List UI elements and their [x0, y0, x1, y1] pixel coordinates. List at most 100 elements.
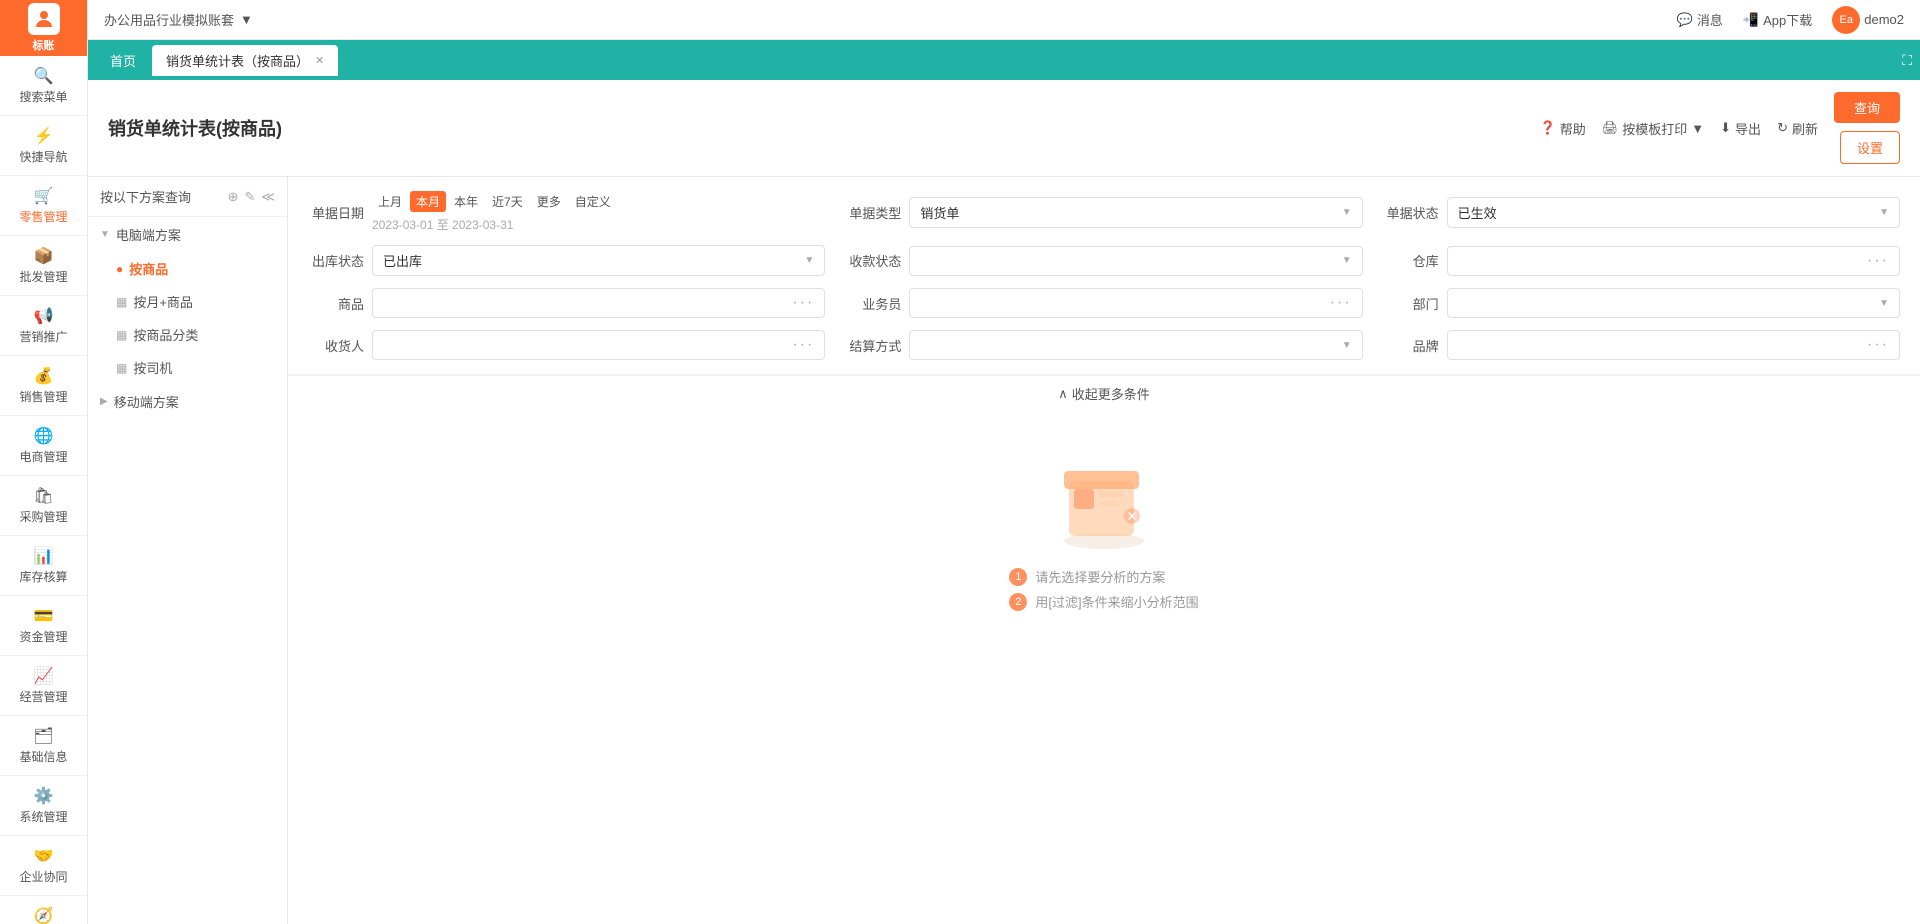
scheme-group-desktop-title[interactable]: ▼ 电脑端方案 [88, 217, 287, 252]
tab-expand-btn[interactable]: ⛶ [1902, 52, 1912, 69]
three-panel: 按以下方案查询 ⊕ ✎ ≪ ▼ 电脑端方案 ● 按商品 [88, 177, 1920, 924]
doctype-label: 单据类型 [845, 203, 901, 222]
logo[interactable]: 标账 [0, 0, 87, 56]
brand-input[interactable]: ··· [1447, 330, 1900, 360]
scheme-item-by-product[interactable]: ● 按商品 [88, 252, 287, 285]
scheme-item-by-month-product[interactable]: ▦ 按月+商品 [88, 285, 287, 318]
date-tab-7days[interactable]: 近7天 [486, 191, 529, 212]
filter-row-date: 单据日期 上月 本月 本年 近7天 更多 自定义 2023-03-01 至 20… [308, 191, 825, 233]
quicknav-icon: ⚡ [4, 126, 83, 146]
product-input[interactable]: ··· [372, 288, 825, 318]
tab-sales-stat[interactable]: 销货单统计表（按商品） ✕ [152, 45, 338, 76]
date-tab-lastmonth[interactable]: 上月 [372, 191, 408, 212]
sidebar-item-base[interactable]: 🗂 基础信息 [0, 716, 87, 776]
filter-row-docstatus: 单据状态 已生效 ▼ [1383, 191, 1900, 233]
docstatus-input[interactable]: 已生效 ▼ [1447, 197, 1900, 228]
product-label: 商品 [308, 294, 364, 313]
sidebar-item-marketing[interactable]: 📢 营销推广 [0, 296, 87, 356]
tab-close-btn[interactable]: ✕ [315, 54, 324, 67]
help-btn[interactable]: ❓ 帮助 [1540, 119, 1586, 138]
add-scheme-icon[interactable]: ⊕ [228, 189, 239, 205]
filter-row-product: 商品 ··· [308, 288, 825, 318]
message-btn[interactable]: 💬 消息 [1677, 10, 1723, 29]
purchase-icon: 🛍 [4, 486, 83, 506]
warehouse-input[interactable]: ··· [1447, 246, 1900, 276]
inventory-icon: 📊 [4, 546, 83, 566]
dept-input[interactable]: ▼ [1447, 288, 1900, 318]
app-selector[interactable]: 办公用品行业模拟账套 ▼ [104, 10, 253, 29]
tab-home[interactable]: 首页 [96, 45, 150, 76]
expand-icon: ⛶ [1902, 52, 1912, 68]
sidebar-item-wholesale[interactable]: 📦 批发管理 [0, 236, 87, 296]
sidebar-item-retail[interactable]: 🛒 零售管理 [0, 176, 87, 236]
scheme-group-mobile-title[interactable]: ▶ 移动端方案 [88, 384, 287, 419]
settings-button[interactable]: 设置 [1840, 131, 1900, 164]
ecom-icon: 🌐 [4, 426, 83, 446]
scheme-header: 按以下方案查询 ⊕ ✎ ≪ [88, 177, 287, 217]
wholesale-icon: 📦 [4, 246, 83, 266]
refresh-btn[interactable]: ↻ 刷新 [1777, 119, 1818, 138]
recipient-input[interactable]: ··· [372, 330, 825, 360]
sidebar-item-corp[interactable]: 🤝 企业协同 [0, 836, 87, 896]
doctype-caret-icon: ▼ [1342, 207, 1352, 218]
collectstatus-input[interactable]: ▼ [909, 246, 1362, 276]
recipient-dots-icon: ··· [792, 336, 814, 354]
filter-grid: 单据日期 上月 本月 本年 近7天 更多 自定义 2023-03-01 至 20… [288, 177, 1920, 375]
empty-state: 1 请先选择要分析的方案 2 用[过滤]条件来缩小分析范围 [288, 411, 1920, 651]
sidebar-item-search[interactable]: 🔍 搜索菜单 [0, 56, 87, 116]
salesperson-dots-icon: ··· [1330, 294, 1352, 312]
sidebar-item-quicknav[interactable]: ⚡ 快捷导航 [0, 116, 87, 176]
sidebar-item-finance[interactable]: 💳 资金管理 [0, 596, 87, 656]
filter-row-warehouse: 仓库 ··· [1383, 245, 1900, 276]
doctype-input[interactable]: 销货单 ▼ [909, 197, 1362, 228]
edit-scheme-icon[interactable]: ✎ [244, 189, 255, 205]
sidebar-item-ecom[interactable]: 🌐 电商管理 [0, 416, 87, 476]
sidebar-item-sales[interactable]: 💰 销售管理 [0, 356, 87, 416]
collapse-scheme-icon[interactable]: ≪ [261, 189, 275, 205]
filter-row-salesperson: 业务员 ··· [845, 288, 1362, 318]
sidebar-item-inventory[interactable]: 📊 库存核算 [0, 536, 87, 596]
filter-row-dept: 部门 ▼ [1383, 288, 1900, 318]
collapse-bar[interactable]: ∧ 收起更多条件 [288, 375, 1920, 411]
title-actions: ❓ 帮助 🖨 按模板打印 ▼ ⬇ 导出 ↻ 刷新 查询 [1540, 92, 1900, 164]
ops-icon: 📈 [4, 666, 83, 686]
warehouse-label: 仓库 [1383, 251, 1439, 270]
scheme-item-by-category[interactable]: ▦ 按商品分类 [88, 318, 287, 351]
date-tab-thisyear[interactable]: 本年 [448, 191, 484, 212]
settle-input[interactable]: ▼ [909, 330, 1362, 360]
tab-bar: 首页 销货单统计表（按商品） ✕ ⛶ [88, 40, 1920, 80]
message-icon: 💬 [1677, 12, 1693, 28]
step-1-num: 1 [1009, 568, 1027, 586]
sidebar-item-guide[interactable]: 🧭 新手引导 [0, 896, 87, 924]
app-name: 办公用品行业模拟账套 [104, 10, 234, 29]
date-tab-custom[interactable]: 自定义 [569, 191, 617, 212]
scheme-grid-icon-3: ▦ [116, 361, 127, 375]
settle-label: 结算方式 [845, 336, 901, 355]
date-tab-more[interactable]: 更多 [531, 191, 567, 212]
system-icon: ⚙️ [4, 786, 83, 806]
salesperson-input[interactable]: ··· [909, 288, 1362, 318]
sidebar-item-purchase[interactable]: 🛍 采购管理 [0, 476, 87, 536]
sidebar-item-system[interactable]: ⚙️ 系统管理 [0, 776, 87, 836]
scheme-item-by-vendor[interactable]: ▦ 按司机 [88, 351, 287, 384]
refresh-icon: ↻ [1777, 120, 1788, 136]
sales-stat-tab-label: 销货单统计表（按商品） [166, 51, 309, 70]
print-btn[interactable]: 🖨 按模板打印 ▼ [1602, 119, 1704, 138]
date-tab-thismonth[interactable]: 本月 [410, 191, 446, 212]
query-button[interactable]: 查询 [1834, 92, 1900, 123]
marketing-icon: 📢 [4, 306, 83, 326]
filter-row-recipient: 收货人 ··· [308, 330, 825, 360]
download-icon: 📲 [1743, 12, 1759, 28]
empty-steps: 1 请先选择要分析的方案 2 用[过滤]条件来缩小分析范围 [1009, 567, 1198, 611]
export-icon: ⬇ [1720, 120, 1731, 136]
app-download-btn[interactable]: 📲 App下载 [1743, 10, 1812, 29]
product-dots-icon: ··· [792, 294, 814, 312]
export-btn[interactable]: ⬇ 导出 [1720, 119, 1761, 138]
collectstatus-label: 收款状态 [845, 251, 901, 270]
sidebar-item-ops[interactable]: 📈 经营管理 [0, 656, 87, 716]
user-menu[interactable]: Ea demo2 [1832, 6, 1904, 34]
group-mobile-arrow-icon: ▶ [100, 396, 108, 407]
brand-dots-icon: ··· [1867, 336, 1889, 354]
outstatus-input[interactable]: 已出库 ▼ [372, 245, 825, 276]
docstatus-label: 单据状态 [1383, 203, 1439, 222]
